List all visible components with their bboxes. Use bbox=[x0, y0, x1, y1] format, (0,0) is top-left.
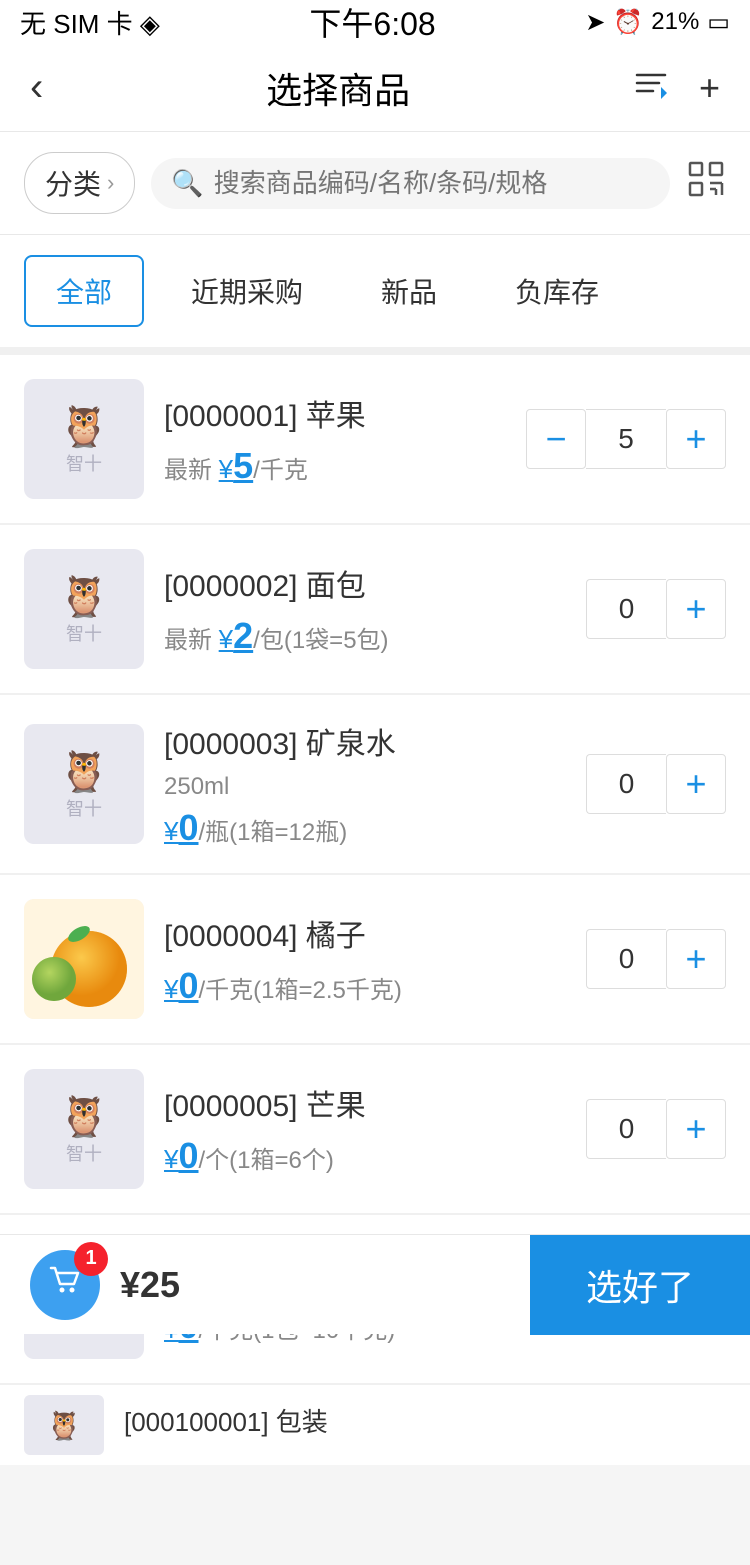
category-button[interactable]: 分类 › bbox=[24, 152, 135, 214]
owl-icon: 🦉 bbox=[59, 748, 109, 795]
product-name: [0000005] 芒果 bbox=[164, 1081, 566, 1125]
page-title: 选择商品 bbox=[266, 62, 410, 114]
product-image bbox=[24, 899, 144, 1019]
qty-plus-button[interactable]: + bbox=[666, 754, 726, 814]
list-item: 🦉 智十 [0000001] 苹果 最新 ¥5/千克 − + bbox=[0, 355, 750, 523]
list-item: 🦉 [000100001] 包装 bbox=[0, 1385, 750, 1465]
product-price: 最新 ¥2/包(1袋=5包) bbox=[164, 615, 566, 657]
product-price: ¥0/千克(1箱=2.5千克) bbox=[164, 965, 566, 1007]
qty-minus-button[interactable]: − bbox=[526, 409, 586, 469]
battery-percent: 21% bbox=[651, 8, 699, 36]
status-time: 下午6:08 bbox=[309, 0, 435, 45]
cart-total: ¥25 bbox=[120, 1264, 180, 1306]
status-bar: 无 SIM 卡 ◈ 下午6:08 ➤ ⏰ 21% ▭ bbox=[0, 0, 750, 44]
qty-controls: + bbox=[586, 579, 726, 639]
chevron-right-icon: › bbox=[107, 170, 114, 196]
filter-search-bar: 分类 › 🔍 bbox=[0, 132, 750, 235]
bottom-bar: 1 ¥25 选好了 bbox=[0, 1234, 750, 1334]
qty-input[interactable] bbox=[586, 409, 666, 469]
product-info: [0000002] 面包 最新 ¥2/包(1袋=5包) bbox=[164, 561, 566, 657]
qty-controls: + bbox=[586, 1099, 726, 1159]
brand-text: 智十 bbox=[66, 620, 102, 646]
product-image: 🦉 智十 bbox=[24, 724, 144, 844]
list-item: [0000004] 橘子 ¥0/千克(1箱=2.5千克) + bbox=[0, 875, 750, 1043]
qty-input[interactable] bbox=[586, 754, 666, 814]
category-label: 分类 bbox=[45, 163, 101, 203]
product-image: 🦉 智十 bbox=[24, 549, 144, 669]
product-info: [0000004] 橘子 ¥0/千克(1箱=2.5千克) bbox=[164, 911, 566, 1007]
list-item: 🦉 智十 [0000003] 矿泉水 250ml ¥0/瓶(1箱=12瓶) + bbox=[0, 695, 750, 873]
tab-negative[interactable]: 负库存 bbox=[484, 255, 630, 327]
battery-icon: ▭ bbox=[707, 8, 730, 37]
product-info: [0000005] 芒果 ¥0/个(1箱=6个) bbox=[164, 1081, 566, 1177]
qty-plus-button[interactable]: + bbox=[666, 1099, 726, 1159]
qty-input[interactable] bbox=[586, 929, 666, 989]
alarm-icon: ⏰ bbox=[613, 8, 643, 37]
product-name: [000100001] 包装 bbox=[124, 1402, 726, 1439]
qty-controls: + bbox=[586, 754, 726, 814]
product-info: [0000003] 矿泉水 250ml ¥0/瓶(1箱=12瓶) bbox=[164, 719, 566, 849]
qty-controls: − + bbox=[526, 409, 726, 469]
status-battery: ➤ ⏰ 21% ▭ bbox=[585, 8, 730, 37]
brand-text: 智十 bbox=[66, 795, 102, 821]
tab-bar: 全部 近期采购 新品 负库存 bbox=[0, 235, 750, 355]
back-button[interactable]: ‹ bbox=[30, 65, 43, 110]
owl-icon: 🦉 bbox=[59, 1093, 109, 1140]
nav-actions: + bbox=[633, 65, 720, 110]
product-price: ¥0/个(1箱=6个) bbox=[164, 1135, 566, 1177]
product-info: [0000001] 苹果 最新 ¥5/千克 bbox=[164, 391, 506, 487]
product-name: [0000002] 面包 bbox=[164, 561, 566, 605]
product-name: [0000004] 橘子 bbox=[164, 911, 566, 955]
tab-all[interactable]: 全部 bbox=[24, 255, 144, 327]
list-item: 🦉 智十 [0000005] 芒果 ¥0/个(1箱=6个) + bbox=[0, 1045, 750, 1213]
tab-recent[interactable]: 近期采购 bbox=[160, 255, 334, 327]
list-item: 🦉 智十 [0000002] 面包 最新 ¥2/包(1袋=5包) + bbox=[0, 525, 750, 693]
cart-area: 1 ¥25 bbox=[0, 1250, 530, 1320]
brand-text: 智十 bbox=[66, 1140, 102, 1166]
search-icon: 🔍 bbox=[171, 168, 203, 199]
product-image: 🦉 智十 bbox=[24, 379, 144, 499]
qty-input[interactable] bbox=[586, 1099, 666, 1159]
qty-input[interactable] bbox=[586, 579, 666, 639]
owl-icon: 🦉 bbox=[59, 403, 109, 450]
product-spec: 250ml bbox=[164, 773, 566, 801]
qty-plus-button[interactable]: + bbox=[666, 579, 726, 639]
brand-text: 智十 bbox=[66, 450, 102, 476]
qty-plus-button[interactable]: + bbox=[666, 929, 726, 989]
tab-new[interactable]: 新品 bbox=[350, 255, 468, 327]
product-image: 🦉 智十 bbox=[24, 1069, 144, 1189]
scan-icon[interactable] bbox=[686, 159, 726, 208]
cart-badge: 1 bbox=[74, 1242, 108, 1276]
product-price: 最新 ¥5/千克 bbox=[164, 445, 506, 487]
qty-controls: + bbox=[586, 929, 726, 989]
product-name: [0000003] 矿泉水 bbox=[164, 719, 566, 763]
product-price: ¥0/瓶(1箱=12瓶) bbox=[164, 807, 566, 849]
owl-icon: 🦉 bbox=[59, 573, 109, 620]
cart-icon-button[interactable]: 1 bbox=[30, 1250, 100, 1320]
status-carrier: 无 SIM 卡 ◈ bbox=[20, 4, 160, 41]
search-input[interactable] bbox=[214, 168, 650, 199]
qty-plus-button[interactable]: + bbox=[666, 409, 726, 469]
nav-bar: ‹ 选择商品 + bbox=[0, 44, 750, 132]
product-info: [000100001] 包装 bbox=[124, 1402, 726, 1449]
search-box: 🔍 bbox=[151, 158, 670, 209]
product-image: 🦉 bbox=[24, 1395, 104, 1455]
owl-icon: 🦉 bbox=[47, 1409, 82, 1442]
location-icon: ➤ bbox=[585, 8, 605, 37]
filter-icon[interactable] bbox=[633, 65, 669, 110]
add-button[interactable]: + bbox=[699, 67, 720, 109]
confirm-button[interactable]: 选好了 bbox=[530, 1235, 750, 1335]
product-name: [0000001] 苹果 bbox=[164, 391, 506, 435]
